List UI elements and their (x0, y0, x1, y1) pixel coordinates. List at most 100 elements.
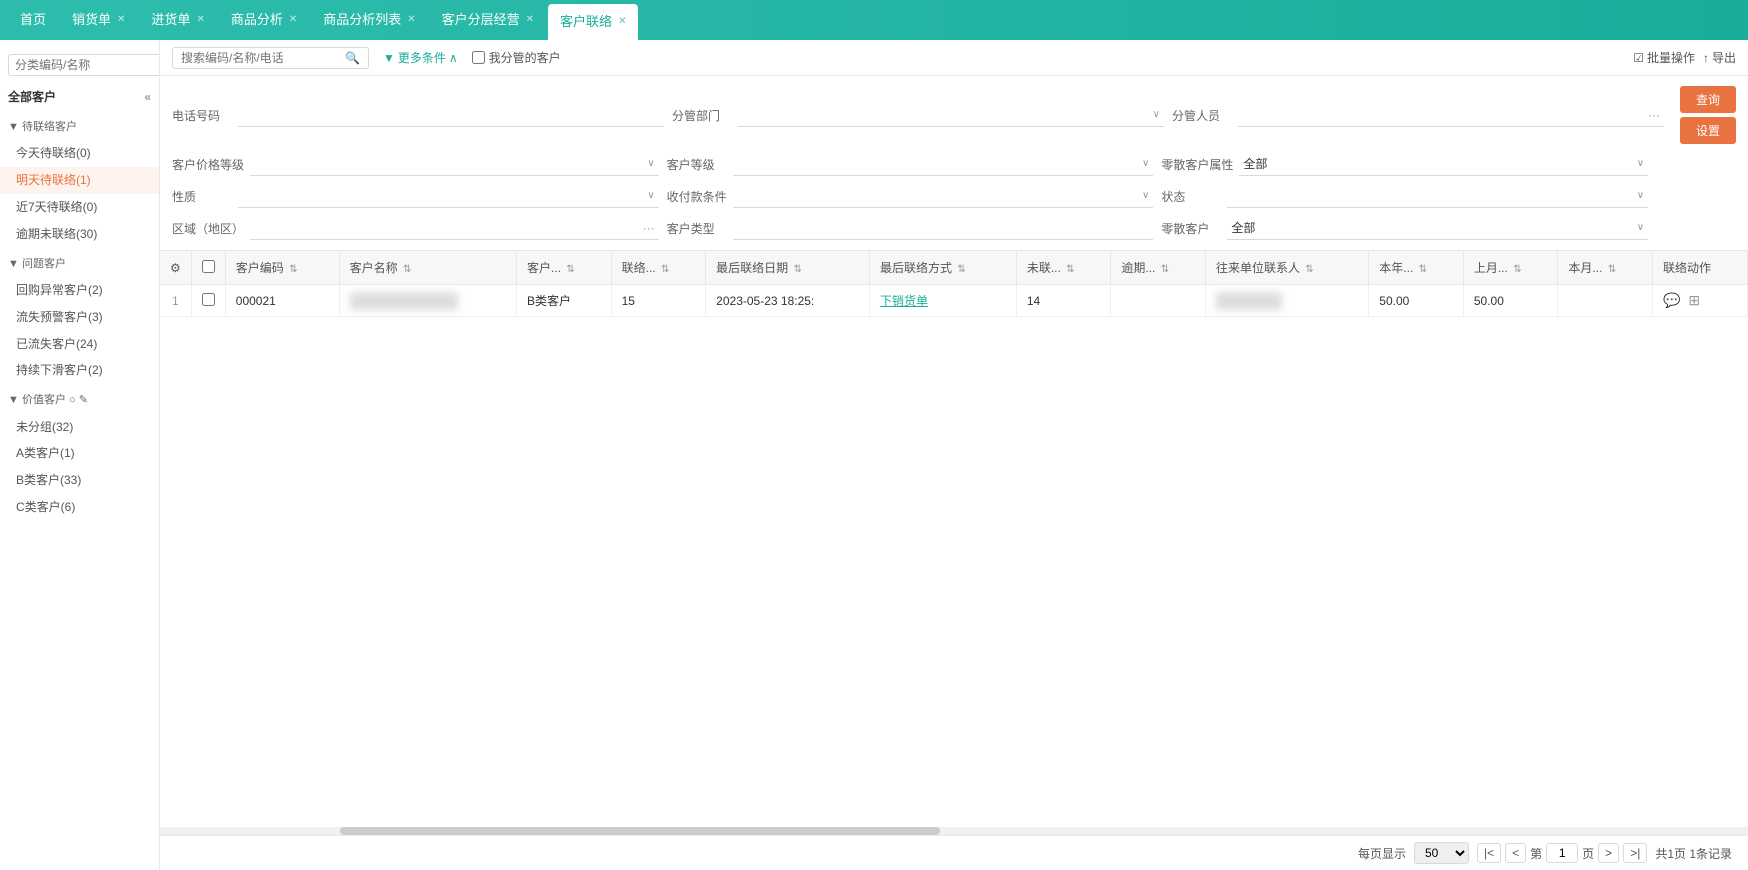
filter-dept-select[interactable]: ∨ (738, 103, 1164, 127)
filter-price-grade-select[interactable]: ∨ (250, 152, 659, 176)
my-customers-checkbox[interactable] (472, 51, 485, 64)
sort-icon[interactable]: ⇅ (794, 264, 802, 275)
more-options-icon[interactable]: ··· (1648, 108, 1660, 122)
search-input[interactable] (181, 51, 341, 65)
page-size-select[interactable]: 50 100 200 (1414, 842, 1469, 864)
nav-customer-tier[interactable]: 客户分层经营 ✕ (430, 0, 546, 40)
close-product-analysis-tab[interactable]: ✕ (289, 0, 297, 40)
col-this-month[interactable]: 本月... ⇅ (1558, 251, 1653, 285)
sidebar-item-type-a[interactable]: A类客户(1) (0, 440, 159, 467)
sort-icon[interactable]: ⇅ (1066, 264, 1074, 275)
query-button[interactable]: 查询 (1680, 86, 1736, 113)
sort-icon[interactable]: ⇅ (1305, 264, 1313, 275)
col-last-date[interactable]: 最后联络日期 ⇅ (706, 251, 870, 285)
batch-operation-button[interactable]: ☑ 批量操作 (1633, 49, 1695, 66)
sort-icon[interactable]: ⇅ (403, 264, 411, 275)
col-action: 联络动作 (1652, 251, 1747, 285)
collapse-icon[interactable]: « (144, 90, 151, 104)
cell-checkbox[interactable] (191, 285, 225, 317)
page-number-input[interactable] (1546, 843, 1578, 863)
sort-icon[interactable]: ⇅ (566, 264, 574, 275)
my-customers-checkbox-label[interactable]: 我分管的客户 (472, 49, 561, 66)
sort-icon[interactable]: ⇅ (957, 264, 965, 275)
filter-customer-grade-select[interactable]: ∨ (733, 152, 1154, 176)
col-overdue[interactable]: 逾期... ⇅ (1111, 251, 1206, 285)
filter-person-input[interactable]: ··· (1238, 103, 1664, 127)
scroll-thumb[interactable] (340, 827, 940, 835)
sort-icon[interactable]: ⇅ (1419, 264, 1427, 275)
first-page-button[interactable]: |< (1477, 843, 1501, 863)
prev-page-button[interactable]: < (1505, 843, 1526, 863)
nav-sales[interactable]: 销货单 ✕ (60, 0, 137, 40)
sidebar-search-input[interactable] (8, 54, 160, 76)
chevron-up-icon: ∧ (449, 51, 458, 65)
horizontal-scrollbar[interactable] (160, 827, 1748, 835)
filter-retail-customer-select[interactable]: 全部 ∨ (1227, 216, 1648, 240)
more-options-icon[interactable]: ··· (643, 221, 655, 235)
filter-retail-attr-select[interactable]: 全部 ∨ (1239, 152, 1648, 176)
more-filter-button[interactable]: ▼ 更多条件 ∧ (377, 46, 464, 69)
col-contact-person[interactable]: 往来单位联系人 ⇅ (1205, 251, 1368, 285)
sidebar-item-lostwarning[interactable]: 流失预警客户(3) (0, 304, 159, 331)
sidebar-item-overdue[interactable]: 逾期未联络(30) (0, 221, 159, 248)
sidebar-item-today[interactable]: 今天待联络(0) (0, 140, 159, 167)
nav-purchase[interactable]: 进货单 ✕ (139, 0, 216, 40)
sidebar-item-type-c[interactable]: C类客户(6) (0, 494, 159, 521)
sort-icon[interactable]: ⇅ (289, 264, 297, 275)
contact-method-link[interactable]: 下销货单 (880, 294, 928, 308)
next-page-button[interactable]: > (1598, 843, 1619, 863)
filter-payment-select[interactable]: ∨ (733, 184, 1154, 208)
sidebar-item-type-b[interactable]: B类客户(33) (0, 467, 159, 494)
table-row: 1 000021 ████████ B类客户 15 2023-05-23 18:… (160, 285, 1748, 317)
sort-icon[interactable]: ⇅ (1608, 264, 1616, 275)
export-button[interactable]: ↑ 导出 (1703, 49, 1736, 66)
row-checkbox[interactable] (202, 293, 215, 306)
sidebar-item-7days[interactable]: 近7天待联络(0) (0, 194, 159, 221)
col-gear[interactable]: ⚙ (160, 251, 191, 285)
col-name[interactable]: 客户名称 ⇅ (339, 251, 516, 285)
sidebar-item-ungroup[interactable]: 未分组(32) (0, 414, 159, 441)
nav-home[interactable]: 首页 (8, 0, 58, 40)
close-customer-tier-tab[interactable]: ✕ (526, 0, 534, 40)
cell-last-method[interactable]: 下销货单 (869, 285, 1016, 317)
col-checkbox[interactable] (191, 251, 225, 285)
nav-product-analysis-list[interactable]: 商品分析列表 ✕ (311, 0, 427, 40)
sidebar-item-tomorrow[interactable]: 明天待联络(1) (0, 167, 159, 194)
filter-nature-select[interactable]: ∨ (238, 184, 659, 208)
settings-button[interactable]: 设置 (1680, 117, 1736, 144)
col-type[interactable]: 客户... ⇅ (517, 251, 612, 285)
all-customers-header[interactable]: 全部客户 « (0, 82, 159, 111)
filter-phone-input[interactable] (238, 103, 664, 127)
col-no-contact[interactable]: 未联... ⇅ (1016, 251, 1111, 285)
close-sales-tab[interactable]: ✕ (117, 0, 125, 40)
select-all-checkbox[interactable] (202, 260, 215, 273)
gear-icon[interactable]: ⚙ (170, 261, 181, 275)
filter-status: 状态 ∨ (1161, 184, 1648, 208)
close-customer-contact-tab[interactable]: ✕ (618, 4, 626, 40)
last-page-button[interactable]: >| (1623, 843, 1647, 863)
comment-icon[interactable]: 💬 (1663, 292, 1680, 309)
sidebar-item-declining[interactable]: 持续下滑客户(2) (0, 357, 159, 384)
nav-customer-contact[interactable]: 客户联络 ✕ (548, 4, 638, 40)
sidebar-item-abnormal[interactable]: 回购异常客户(2) (0, 277, 159, 304)
col-code[interactable]: 客户编码 ⇅ (225, 251, 339, 285)
sort-icon[interactable]: ⇅ (1513, 264, 1521, 275)
sidebar-item-lost[interactable]: 已流失客户(24) (0, 331, 159, 358)
close-product-list-tab[interactable]: ✕ (407, 0, 415, 40)
col-contact-count[interactable]: 联络... ⇅ (611, 251, 706, 285)
cell-this-month (1558, 285, 1653, 317)
filter-icon: ▼ (383, 51, 395, 65)
nav-product-analysis[interactable]: 商品分析 ✕ (219, 0, 309, 40)
filter-status-select[interactable]: ∨ (1227, 184, 1648, 208)
search-icon[interactable]: 🔍 (345, 51, 360, 65)
col-last-month[interactable]: 上月... ⇅ (1463, 251, 1558, 285)
close-purchase-tab[interactable]: ✕ (196, 0, 204, 40)
sort-icon[interactable]: ⇅ (661, 264, 669, 275)
filter-region-input[interactable]: ··· (250, 216, 659, 240)
sort-icon[interactable]: ⇅ (1161, 264, 1169, 275)
qr-icon[interactable]: ⊞ (1688, 292, 1700, 309)
filter-customer-type-input[interactable] (733, 216, 1154, 240)
filter-row-4: 区域（地区） ··· 客户类型 零散客户 全部 ∨ (172, 216, 1736, 240)
col-this-year[interactable]: 本年... ⇅ (1369, 251, 1464, 285)
col-last-method[interactable]: 最后联络方式 ⇅ (869, 251, 1016, 285)
